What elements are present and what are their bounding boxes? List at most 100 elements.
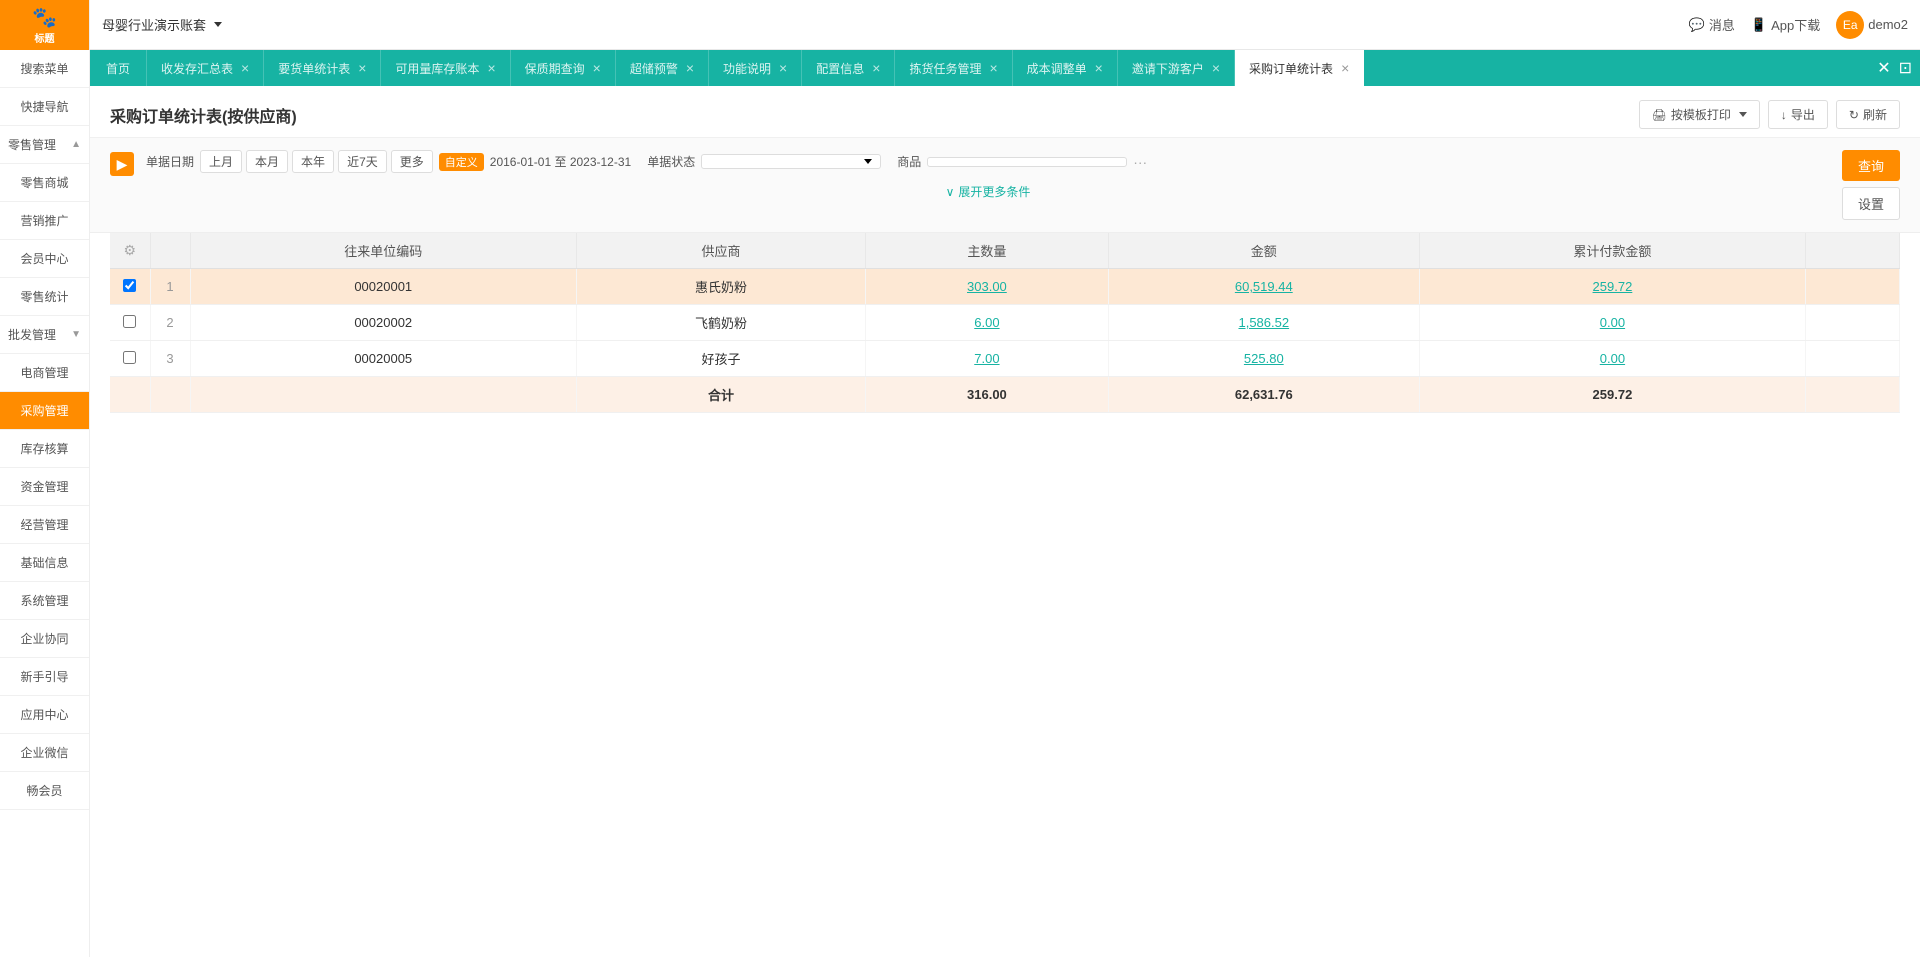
td-amount-3[interactable]: 525.80 <box>1108 341 1419 377</box>
paid-link-1[interactable]: 259.72 <box>1593 279 1633 294</box>
tab-goods-stats-close-icon[interactable]: × <box>358 60 366 76</box>
tab-config-info-close-icon[interactable]: × <box>872 60 880 76</box>
sidebar-item-wholesale[interactable]: 批发管理 ▼ <box>0 316 89 354</box>
table-row[interactable]: 1 00020001 惠氏奶粉 303.00 60,519.44 259.72 <box>110 269 1900 305</box>
date-btn-more[interactable]: 更多 <box>391 150 433 173</box>
td-amount-2[interactable]: 1,586.52 <box>1108 305 1419 341</box>
page-content: 采购订单统计表(按供应商) 🖨 按模板打印 ↓ 导出 ↻ 刷新 <box>90 86 1920 957</box>
sidebar-item-shortcut[interactable]: 快捷导航 <box>0 88 89 126</box>
tab-config-info[interactable]: 配置信息 × <box>802 50 895 86</box>
date-btn-7days[interactable]: 近7天 <box>338 150 387 173</box>
td-checkbox-1[interactable] <box>110 269 150 305</box>
expand-more-btn[interactable]: ∨ 展开更多条件 <box>946 183 1031 200</box>
tab-goods-stats-label: 要货单统计表 <box>278 60 350 77</box>
tab-invite-downstream-close-icon[interactable]: × <box>1212 60 1220 76</box>
tab-purchase-stats-close-icon[interactable]: × <box>1341 60 1349 76</box>
th-index <box>150 233 190 269</box>
sidebar-item-retail-stats[interactable]: 零售统计 <box>0 278 89 316</box>
tab-collect-pay-close-icon[interactable]: × <box>241 60 249 76</box>
goods-more-icon[interactable]: ··· <box>1133 154 1147 170</box>
td-paid-3[interactable]: 0.00 <box>1419 341 1805 377</box>
sidebar-item-enterprise-collab[interactable]: 企业协同 <box>0 620 89 658</box>
sidebar-item-operations[interactable]: 经营管理 <box>0 506 89 544</box>
sidebar-item-new-guide[interactable]: 新手引导 <box>0 658 89 696</box>
td-quantity-1[interactable]: 303.00 <box>865 269 1108 305</box>
tabbar-end: ✕ ⊡ <box>1869 50 1920 86</box>
account-dropdown[interactable]: 母婴行业演示账套 <box>102 15 222 34</box>
app-download-btn[interactable]: 📱 App下载 <box>1751 15 1820 34</box>
quantity-link-2[interactable]: 6.00 <box>974 315 999 330</box>
sidebar-item-retail-mall[interactable]: 零售商城 <box>0 164 89 202</box>
refresh-btn[interactable]: ↻ 刷新 <box>1836 100 1900 129</box>
goods-filter: 商品 ··· <box>897 153 1147 170</box>
amount-link-1[interactable]: 60,519.44 <box>1235 279 1293 294</box>
tab-collect-pay[interactable]: 收发存汇总表 × <box>147 50 264 86</box>
goods-input[interactable] <box>927 157 1127 167</box>
sidebar-item-purchase[interactable]: 采购管理 <box>0 392 89 430</box>
tab-pick-task-close-icon[interactable]: × <box>989 60 997 76</box>
tab-home[interactable]: 首页 <box>90 50 147 86</box>
table-row[interactable]: 2 00020002 飞鹤奶粉 6.00 1,586.52 0.00 <box>110 305 1900 341</box>
paid-link-2[interactable]: 0.00 <box>1600 315 1625 330</box>
table-row[interactable]: 3 00020005 好孩子 7.00 525.80 0.00 <box>110 341 1900 377</box>
sidebar-item-system[interactable]: 系统管理 <box>0 582 89 620</box>
tab-purchase-stats[interactable]: 采购订单统计表 × <box>1235 50 1364 86</box>
tab-cost-adjust-close-icon[interactable]: × <box>1095 60 1103 76</box>
tab-pick-task[interactable]: 拣货任务管理 × <box>895 50 1012 86</box>
td-quantity-3[interactable]: 7.00 <box>865 341 1108 377</box>
collapse-toggle-icon[interactable]: ▶ <box>110 152 134 176</box>
tab-goods-stats[interactable]: 要货单统计表 × <box>264 50 381 86</box>
sidebar-item-stock[interactable]: 库存核算 <box>0 430 89 468</box>
sidebar-item-basic[interactable]: 基础信息 <box>0 544 89 582</box>
row-checkbox-2[interactable] <box>123 315 136 328</box>
sidebar-item-search[interactable]: 搜索菜单 <box>0 50 89 88</box>
quantity-link-3[interactable]: 7.00 <box>974 351 999 366</box>
tab-available-stock-close-icon[interactable]: × <box>487 60 495 76</box>
filter-toggle-btn[interactable]: ▶ <box>110 152 134 176</box>
td-paid-2[interactable]: 0.00 <box>1419 305 1805 341</box>
sidebar-item-member[interactable]: 会员中心 <box>0 240 89 278</box>
td-quantity-2[interactable]: 6.00 <box>865 305 1108 341</box>
avatar-initials: Ea <box>1843 18 1858 32</box>
sidebar-item-retail[interactable]: 零售管理 ▲ <box>0 126 89 164</box>
tab-function-desc-close-icon[interactable]: × <box>779 60 787 76</box>
td-checkbox-2[interactable] <box>110 305 150 341</box>
tab-function-desc[interactable]: 功能说明 × <box>709 50 802 86</box>
export-btn[interactable]: ↓ 导出 <box>1768 100 1828 129</box>
date-btn-this-month[interactable]: 本月 <box>246 150 288 173</box>
date-btn-this-year[interactable]: 本年 <box>292 150 334 173</box>
date-btn-last-month[interactable]: 上月 <box>200 150 242 173</box>
td-amount-1[interactable]: 60,519.44 <box>1108 269 1419 305</box>
column-settings-icon[interactable]: ⚙ <box>123 242 136 258</box>
sidebar-item-enterprise-wechat[interactable]: 企业微信 <box>0 734 89 772</box>
tab-cost-adjust[interactable]: 成本调整单 × <box>1013 50 1118 86</box>
sidebar-item-vip[interactable]: 畅会员 <box>0 772 89 810</box>
status-select[interactable] <box>701 154 881 169</box>
quantity-link-1[interactable]: 303.00 <box>967 279 1007 294</box>
td-checkbox-3[interactable] <box>110 341 150 377</box>
tab-invite-downstream[interactable]: 邀请下游客户 × <box>1118 50 1235 86</box>
print-btn[interactable]: 🖨 按模板打印 <box>1639 100 1760 129</box>
tab-home-label: 首页 <box>106 60 130 77</box>
paid-link-3[interactable]: 0.00 <box>1600 351 1625 366</box>
message-btn[interactable]: 💬 消息 <box>1689 15 1735 34</box>
row-checkbox-1[interactable] <box>123 279 136 292</box>
sidebar-item-ecommerce[interactable]: 电商管理 <box>0 354 89 392</box>
row-checkbox-3[interactable] <box>123 351 136 364</box>
tab-over-stock[interactable]: 超储预警 × <box>616 50 709 86</box>
setting-btn[interactable]: 设置 <box>1842 187 1900 220</box>
query-btn[interactable]: 查询 <box>1842 150 1900 181</box>
tab-available-stock[interactable]: 可用量库存账本 × <box>381 50 510 86</box>
sidebar-item-marketing[interactable]: 营销推广 <box>0 202 89 240</box>
amount-link-3[interactable]: 525.80 <box>1244 351 1284 366</box>
amount-link-2[interactable]: 1,586.52 <box>1238 315 1289 330</box>
tab-expiry-query-close-icon[interactable]: × <box>593 60 601 76</box>
sidebar-item-app-center[interactable]: 应用中心 <box>0 696 89 734</box>
tab-expiry-query[interactable]: 保质期查询 × <box>511 50 616 86</box>
tab-restore-icon[interactable]: ⊡ <box>1899 58 1912 78</box>
td-paid-1[interactable]: 259.72 <box>1419 269 1805 305</box>
tab-over-stock-close-icon[interactable]: × <box>686 60 694 76</box>
sidebar-item-finance[interactable]: 资金管理 <box>0 468 89 506</box>
user-profile[interactable]: Ea demo2 <box>1836 11 1908 39</box>
tab-close-all-icon[interactable]: ✕ <box>1877 58 1890 78</box>
